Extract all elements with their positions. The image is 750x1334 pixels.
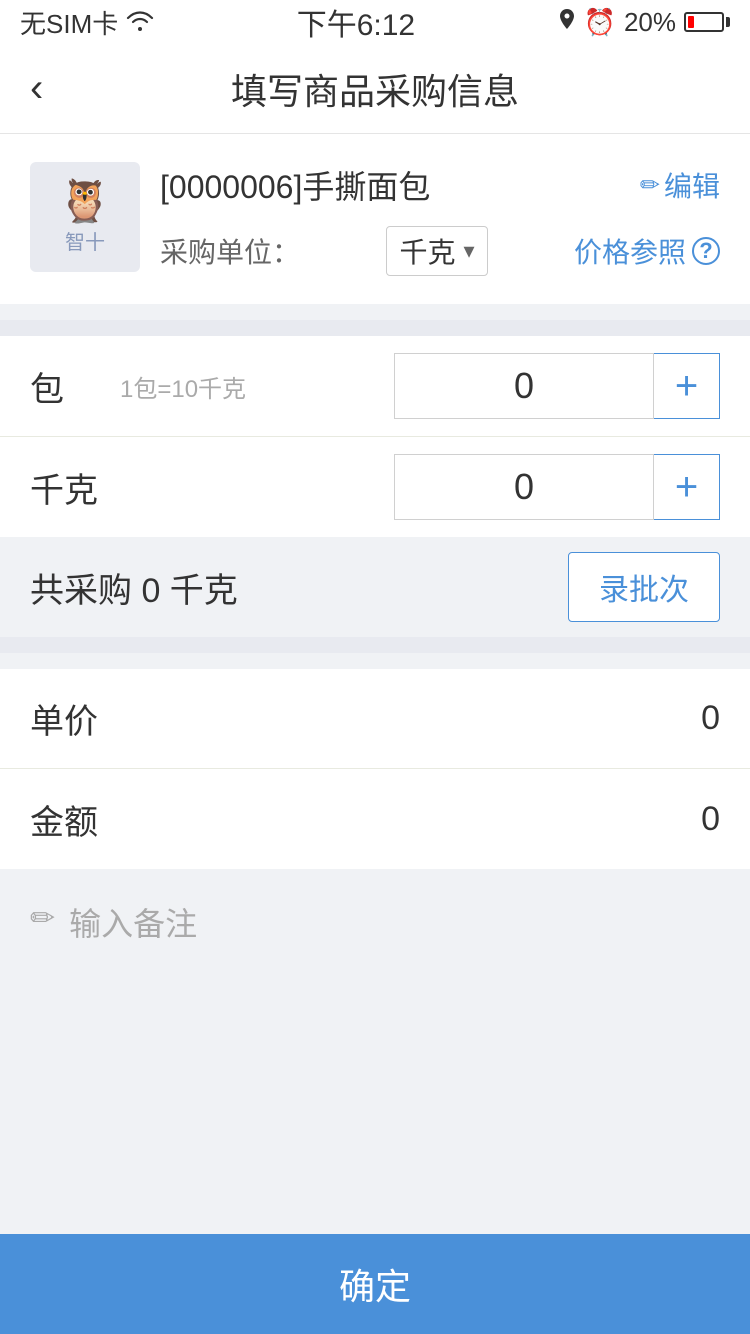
edit-icon: ✏ xyxy=(640,171,660,200)
divider-1 xyxy=(0,320,750,336)
unit-price-value: 0 xyxy=(701,699,720,738)
wifi-icon xyxy=(126,7,154,38)
kg-quantity-input[interactable] xyxy=(394,454,654,520)
page-title: 填写商品采购信息 xyxy=(231,63,519,115)
bag-quantity-input[interactable] xyxy=(394,353,654,419)
bag-label: 包 xyxy=(30,362,110,411)
product-card: 🦉 智十 [0000006]手撕面包 ✏ 编辑 采购单位： 千克 ▾ 价格参照 … xyxy=(0,134,750,304)
batch-button[interactable]: 录批次 xyxy=(568,552,720,622)
status-bar-left: 无SIM卡 xyxy=(20,4,154,41)
bag-input-row: 包 1包=10千克 + xyxy=(0,336,750,436)
edit-button[interactable]: ✏ 编辑 xyxy=(640,165,720,205)
product-thumbnail: 🦉 智十 xyxy=(30,162,140,272)
kg-input-row: 千克 + xyxy=(0,437,750,537)
amount-label: 金额 xyxy=(30,795,98,844)
unit-price-row: 单价 0 xyxy=(0,669,750,769)
amount-value: 0 xyxy=(701,800,720,839)
unit-price-label: 单价 xyxy=(30,694,98,743)
status-bar: 无SIM卡 下午6:12 ⏰ 20% xyxy=(0,0,750,44)
remark-placeholder: 输入备注 xyxy=(69,899,197,945)
kg-input-section: 千克 + xyxy=(0,436,750,537)
confirm-label: 确定 xyxy=(339,1258,411,1310)
amount-row: 金额 0 xyxy=(0,769,750,869)
back-button[interactable]: ‹ xyxy=(30,66,43,111)
price-ref-help-icon: ? xyxy=(692,237,720,265)
unit-value: 千克 xyxy=(399,231,455,271)
unit-label-text: 采购单位： xyxy=(160,237,300,268)
kg-label: 千克 xyxy=(30,463,110,512)
remark-pencil-icon: ✏ xyxy=(30,901,55,936)
unit-arrow-icon: ▾ xyxy=(463,238,474,264)
price-ref-button[interactable]: 价格参照 ? xyxy=(574,231,720,271)
bag-input-section: 包 1包=10千克 + xyxy=(0,336,750,436)
info-section: 单价 0 金额 0 xyxy=(0,669,750,869)
product-name: [0000006]手撕面包 xyxy=(160,162,430,208)
summary-row: 共采购 0 千克 录批次 xyxy=(0,537,750,637)
product-info: [0000006]手撕面包 ✏ 编辑 采购单位： 千克 ▾ 价格参照 ? xyxy=(160,162,720,276)
divider-2 xyxy=(0,637,750,653)
edit-label: 编辑 xyxy=(664,165,720,205)
carrier-text: 无SIM卡 xyxy=(20,4,118,41)
confirm-button[interactable]: 确定 xyxy=(0,1234,750,1334)
unit-select[interactable]: 千克 ▾ xyxy=(386,226,487,276)
status-bar-right: ⏰ 20% xyxy=(558,7,730,38)
product-name-row: [0000006]手撕面包 ✏ 编辑 xyxy=(160,162,720,208)
bag-sublabel: 1包=10千克 xyxy=(120,369,246,404)
product-unit-row: 采购单位： 千克 ▾ 价格参照 ? xyxy=(160,226,720,276)
location-icon xyxy=(558,7,576,38)
kg-input-controls: + xyxy=(394,454,720,520)
page-spacer xyxy=(0,989,750,1249)
remark-section[interactable]: ✏ 输入备注 xyxy=(0,869,750,989)
unit-label: 采购单位： xyxy=(160,231,300,271)
product-brand: 智十 xyxy=(65,226,105,255)
bag-plus-button[interactable]: + xyxy=(654,353,720,419)
alarm-icon: ⏰ xyxy=(584,7,616,38)
summary-section: 共采购 0 千克 录批次 xyxy=(0,537,750,637)
bag-input-controls: + xyxy=(394,353,720,419)
battery-text: 20% xyxy=(624,7,676,38)
price-ref-label: 价格参照 xyxy=(574,231,686,271)
status-bar-time: 下午6:12 xyxy=(297,0,415,44)
nav-bar: ‹ 填写商品采购信息 xyxy=(0,44,750,134)
kg-plus-button[interactable]: + xyxy=(654,454,720,520)
battery-icon xyxy=(684,12,730,32)
summary-label: 共采购 0 千克 xyxy=(30,563,238,612)
product-thumbnail-icon: 🦉 xyxy=(59,180,111,222)
